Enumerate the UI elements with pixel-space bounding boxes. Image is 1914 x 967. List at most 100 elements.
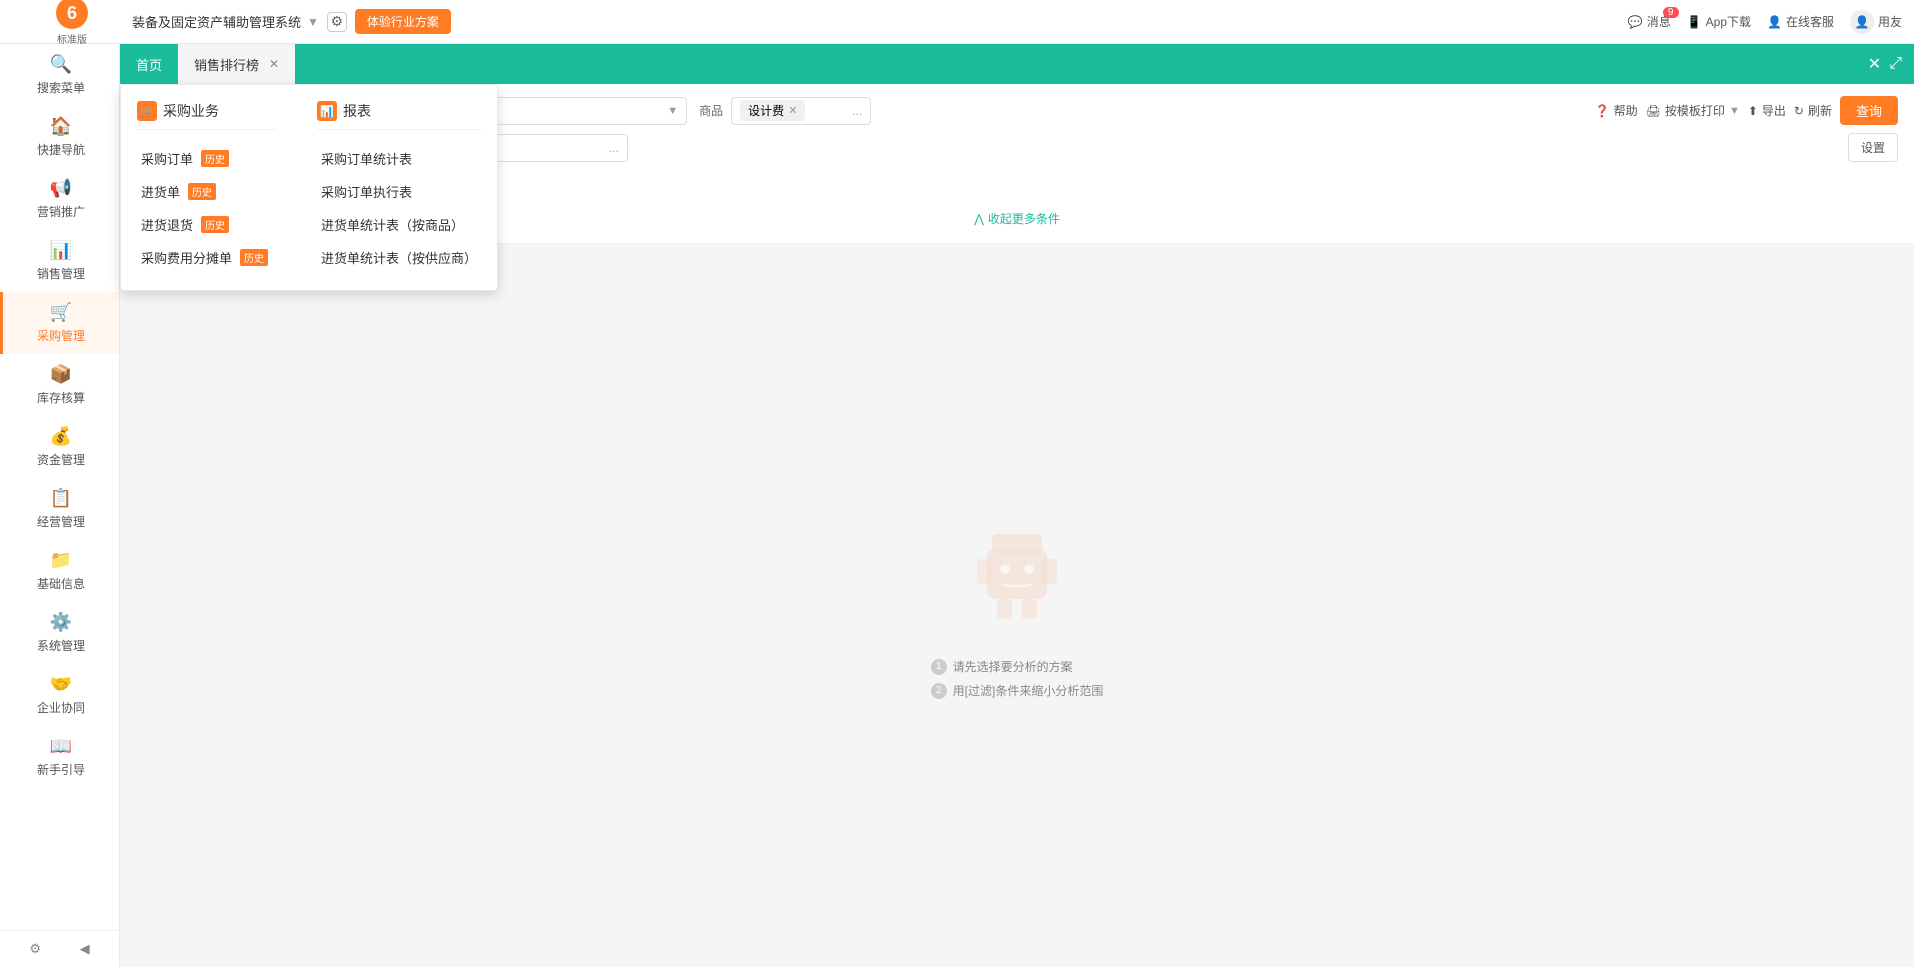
- purchase-icon: 🛒: [50, 302, 72, 323]
- settings-btn-area: 设置: [1848, 133, 1898, 162]
- print-chevron: ▼: [1729, 105, 1740, 117]
- purchase-section-icon: 🛒: [137, 101, 157, 121]
- collapse-icon: ⋀: [974, 212, 984, 226]
- menu-item-purchase-order-stat[interactable]: 采购订单统计表: [317, 142, 481, 175]
- sales-rank-tab-label: 销售排行榜: [194, 55, 259, 74]
- sidebar-item-search[interactable]: 🔍 搜索菜单: [0, 44, 119, 106]
- empty-illustration: [957, 509, 1077, 643]
- sales-icon: 📊: [50, 240, 72, 261]
- tab-bar: 首页 销售排行榜 ✕ ✕ ⤢: [120, 44, 1914, 84]
- logo-area: 6 标准版: [12, 0, 132, 46]
- sidebar-item-inventory[interactable]: 📦 库存核算: [0, 354, 119, 416]
- help-button[interactable]: ❓ 帮助: [1595, 102, 1638, 119]
- logo-icon: 6: [56, 0, 88, 29]
- help-icon: ❓: [1595, 104, 1610, 118]
- menu-item-purchase-order[interactable]: 采购订单 历史: [137, 142, 277, 175]
- sidebar-item-guide[interactable]: 📖 新手引导: [0, 726, 119, 788]
- report-section-title: 📊 报表: [317, 101, 481, 130]
- sidebar-item-enterprise[interactable]: 🤝 企业协同: [0, 664, 119, 726]
- tab-close-icon[interactable]: ✕: [269, 57, 279, 71]
- online-service[interactable]: 👤 在线客服: [1767, 13, 1834, 30]
- sidebar-item-label: 搜索菜单: [37, 79, 85, 96]
- report-section-icon: 📊: [317, 101, 337, 121]
- history-tag: 历史: [188, 183, 216, 200]
- sidebar: 🔍 搜索菜单 🏠 快捷导航 📢 营销推广 📊 销售管理 🛒 采购管理 📦 库存核…: [0, 44, 120, 967]
- app-download[interactable]: 📱 App下载: [1687, 13, 1751, 30]
- sidebar-item-label: 销售管理: [37, 265, 85, 282]
- sidebar-item-label: 营销推广: [37, 203, 85, 220]
- logo-text: 标准版: [57, 31, 87, 46]
- salesperson-more[interactable]: ...: [609, 141, 619, 155]
- menu-item-goods-stat-by-goods[interactable]: 进货单统计表（按商品）: [317, 208, 481, 241]
- header-right: 💬 消息 9 📱 App下载 👤 在线客服 👤 用友: [1628, 10, 1902, 34]
- tip-row-1: 1 请先选择要分析的方案: [931, 655, 1104, 679]
- message-icon[interactable]: 💬 消息 9: [1628, 13, 1671, 30]
- export-icon: ⬆: [1748, 104, 1758, 118]
- sidebar-item-label: 企业协同: [37, 699, 85, 716]
- home-tab-label: 首页: [136, 55, 162, 74]
- sidebar-item-marketing[interactable]: 📢 营销推广: [0, 168, 119, 230]
- sidebar-item-operation[interactable]: 📋 经营管理: [0, 478, 119, 540]
- sidebar-settings-icon[interactable]: ⚙: [29, 941, 41, 957]
- tab-home[interactable]: 首页: [120, 44, 178, 84]
- trial-button[interactable]: 体验行业方案: [355, 9, 451, 34]
- sidebar-item-fund[interactable]: 💰 资金管理: [0, 416, 119, 478]
- message-badge: 9: [1663, 7, 1679, 18]
- history-tag: 历史: [240, 249, 268, 266]
- header-settings-icon[interactable]: ⚙: [327, 12, 347, 32]
- purchase-section: 🛒 采购业务 采购订单 历史 进货单 历史 进货退货 历史 采购费用分摊单 历史: [137, 101, 277, 274]
- voucher-status-select[interactable]: ▼: [487, 97, 687, 125]
- empty-tips: 1 请先选择要分析的方案 2 用[过滤]条件来缩小分析范围: [931, 655, 1104, 703]
- voucher-status-chevron: ▼: [667, 105, 678, 117]
- sidebar-item-label: 快捷导航: [37, 141, 85, 158]
- menu-item-goods-return[interactable]: 进货退货 历史: [137, 208, 277, 241]
- header-middle: 装备及固定资产辅助管理系统 ▼ ⚙ 体验行业方案: [132, 9, 1628, 34]
- goods-filter: 商品 设计费 ✕ ...: [699, 97, 871, 125]
- sidebar-item-quick[interactable]: 🏠 快捷导航: [0, 106, 119, 168]
- toolbar-right: ❓ 帮助 🖨 按模板打印 ▼ ⬆ 导出 ↻ 刷新: [1595, 96, 1898, 125]
- sidebar-item-label: 系统管理: [37, 637, 85, 654]
- goods-chip-close[interactable]: ✕: [788, 104, 797, 117]
- menu-item-purchase-order-exec[interactable]: 采购订单执行表: [317, 175, 481, 208]
- sidebar-item-label: 基础信息: [37, 575, 85, 592]
- export-button[interactable]: ⬆ 导出: [1748, 102, 1786, 119]
- chevron-down-icon[interactable]: ▼: [307, 15, 319, 29]
- tab-sales-rank[interactable]: 销售排行榜 ✕: [178, 44, 295, 84]
- empty-state: 1 请先选择要分析的方案 2 用[过滤]条件来缩小分析范围: [120, 244, 1914, 967]
- top-header: 6 标准版 装备及固定资产辅助管理系统 ▼ ⚙ 体验行业方案 💬 消息 9 📱 …: [0, 0, 1914, 44]
- goods-select[interactable]: 设计费 ✕ ...: [731, 97, 871, 125]
- refresh-button[interactable]: ↻ 刷新: [1794, 102, 1832, 119]
- sidebar-item-purchase[interactable]: 🛒 采购管理: [0, 292, 119, 354]
- report-section: 📊 报表 采购订单统计表 采购订单执行表 进货单统计表（按商品） 进货单统计表（…: [317, 101, 481, 274]
- system-icon: ⚙️: [50, 612, 72, 633]
- sidebar-item-basic[interactable]: 📁 基础信息: [0, 540, 119, 602]
- goods-label: 商品: [699, 102, 723, 119]
- tab-resize-icon[interactable]: ⤢: [1889, 55, 1902, 73]
- collapse-button[interactable]: ⋀ 收起更多条件: [966, 206, 1068, 231]
- guide-icon: 📖: [50, 736, 72, 757]
- enterprise-icon: 🤝: [50, 674, 72, 695]
- sidebar-item-label: 经营管理: [37, 513, 85, 530]
- sidebar-item-system[interactable]: ⚙️ 系统管理: [0, 602, 119, 664]
- empty-robot-svg: [957, 509, 1077, 629]
- query-button[interactable]: 查询: [1840, 96, 1898, 125]
- sidebar-bottom: ⚙ ◀: [0, 930, 119, 967]
- sidebar-item-sales[interactable]: 📊 销售管理: [0, 230, 119, 292]
- tab-close-all-icon[interactable]: ✕: [1868, 54, 1881, 74]
- system-title: 装备及固定资产辅助管理系统 ▼: [132, 12, 319, 31]
- goods-more[interactable]: ...: [852, 104, 862, 118]
- print-button[interactable]: 🖨 按模板打印 ▼: [1646, 102, 1740, 119]
- user-menu[interactable]: 👤 用友: [1850, 10, 1902, 34]
- menu-item-goods-receipt[interactable]: 进货单 历史: [137, 175, 277, 208]
- sidebar-item-label: 新手引导: [37, 761, 85, 778]
- settings-button[interactable]: 设置: [1848, 133, 1898, 162]
- menu-item-goods-stat-by-supplier[interactable]: 进货单统计表（按供应商）: [317, 241, 481, 274]
- sidebar-collapse-icon[interactable]: ◀: [80, 941, 90, 957]
- refresh-icon: ↻: [1794, 104, 1804, 118]
- inventory-icon: 📦: [50, 364, 72, 385]
- history-tag: 历史: [201, 150, 229, 167]
- home-icon: 🏠: [50, 116, 72, 137]
- operation-icon: 📋: [50, 488, 72, 509]
- marketing-icon: 📢: [50, 178, 72, 199]
- menu-item-expense-split[interactable]: 采购费用分摊单 历史: [137, 241, 277, 274]
